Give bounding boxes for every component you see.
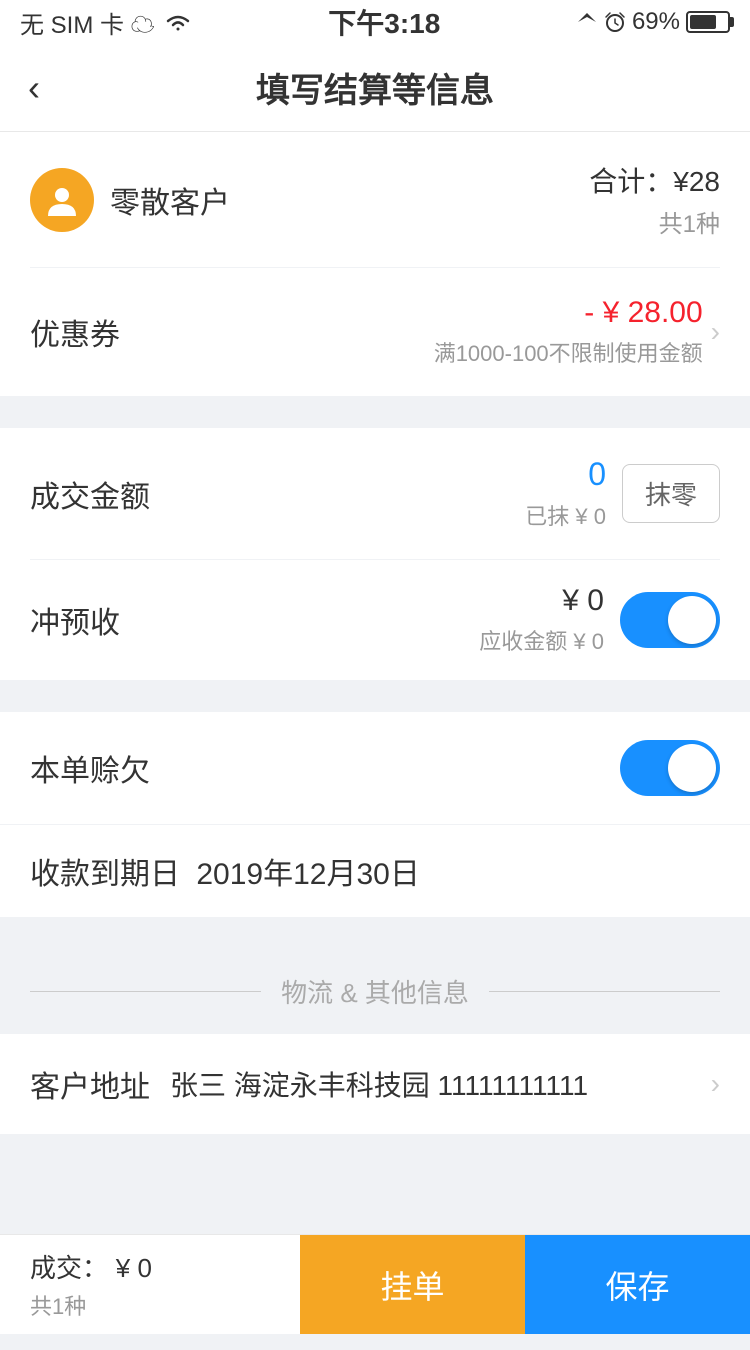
customer-section: 零散客户 合计：¥28 共1种 优惠券 - ¥ 28.00 满1000-100不… [0, 132, 750, 396]
bottom-deal-amount: ¥ 0 [116, 1253, 152, 1283]
coupon-detail: - ¥ 28.00 满1000-100不限制使用金额 [434, 296, 703, 368]
debt-toggle[interactable] [620, 740, 720, 796]
prepay-right: ¥ 0 应收金额 ¥ 0 [479, 584, 720, 656]
coupon-desc: 满1000-100不限制使用金额 [434, 336, 703, 368]
gray-spacer-2 [0, 696, 750, 712]
round-btn[interactable]: 抹零 [622, 464, 720, 523]
save-button[interactable]: 保存 [525, 1235, 750, 1334]
customer-left: 零散客户 [30, 168, 230, 232]
toggle-circle [668, 596, 716, 644]
address-value: 张三 海淀永丰科技园 11111111111 [170, 1064, 711, 1104]
address-section[interactable]: 客户地址 张三 海淀永丰科技园 11111111111 › [0, 1034, 750, 1134]
address-label: 客户地址 [30, 1062, 150, 1106]
deal-amount-section: 成交金额 0 已抹 ¥ 0 抹零 冲预收 ¥ 0 应收金额 ¥ 0 [0, 428, 750, 680]
address-chevron-icon: › [711, 1068, 720, 1100]
bottom-deal-label: 成交： [30, 1253, 108, 1283]
coupon-right: - ¥ 28.00 满1000-100不限制使用金额 › [434, 296, 720, 368]
status-time: 下午3:18 [328, 2, 440, 42]
bottom-bar: 成交： ¥ 0 共1种 挂单 保存 [0, 1234, 750, 1334]
prepay-row: 冲预收 ¥ 0 应收金额 ¥ 0 [0, 560, 750, 680]
person-icon [44, 182, 80, 218]
status-left: 无 SIM 卡 ☁ [20, 5, 193, 40]
prepay-label: 冲预收 [30, 598, 120, 642]
status-right: 69% [576, 8, 730, 36]
alarm-icon [604, 11, 626, 33]
coupon-amount: - ¥ 28.00 [434, 296, 703, 330]
coupon-label: 优惠券 [30, 310, 120, 354]
due-date-row: 收款到期日 2019年12月30日 [0, 824, 750, 917]
prepay-amount: ¥ 0 [479, 584, 604, 618]
customer-total: 合计：¥28 [589, 160, 720, 200]
customer-count: 共1种 [589, 204, 720, 239]
due-date-label: 收款到期日 [30, 858, 180, 891]
page-title: 填写结算等信息 [256, 63, 494, 112]
bottom-count: 共1种 [30, 1289, 270, 1321]
debt-section: 本单赊欠 收款到期日 2019年12月30日 [0, 712, 750, 917]
prepay-receivable: 应收金额 ¥ 0 [479, 624, 604, 656]
back-button[interactable]: ‹ [28, 67, 40, 109]
hold-button[interactable]: 挂单 [300, 1235, 525, 1334]
deal-right: 0 已抹 ¥ 0 抹零 [525, 456, 720, 531]
gray-spacer-1 [0, 412, 750, 428]
sim-label: 无 SIM 卡 ☁ [20, 5, 155, 40]
nav-bar: ‹ 填写结算等信息 [0, 44, 750, 132]
deal-subtracted: 已抹 ¥ 0 [525, 499, 606, 531]
coupon-row[interactable]: 优惠券 - ¥ 28.00 满1000-100不限制使用金额 › [0, 268, 750, 396]
bottom-deal-row: 成交： ¥ 0 [30, 1248, 270, 1285]
customer-total-area: 合计：¥28 共1种 [589, 160, 720, 239]
battery-icon [686, 11, 730, 33]
customer-name: 零散客户 [110, 178, 230, 222]
logistics-section: 物流 & 其他信息 [0, 949, 750, 1034]
deal-amount-row: 成交金额 0 已抹 ¥ 0 抹零 [0, 428, 750, 559]
prepay-toggle[interactable] [620, 592, 720, 648]
customer-row: 零散客户 合计：¥28 共1种 [0, 132, 750, 267]
bottom-summary: 成交： ¥ 0 共1种 [0, 1248, 300, 1321]
deal-amount-label: 成交金额 [30, 472, 150, 516]
logistics-label: 物流 & 其他信息 [281, 973, 469, 1010]
debt-toggle-circle [668, 744, 716, 792]
chevron-right-icon: › [711, 316, 720, 348]
logistics-line-left [30, 991, 261, 992]
battery-percent: 69% [632, 8, 680, 36]
gray-spacer-3 [0, 933, 750, 949]
debt-label: 本单赊欠 [30, 746, 150, 790]
deal-amount-value[interactable]: 0 [525, 456, 606, 493]
prepay-amount-area: ¥ 0 应收金额 ¥ 0 [479, 584, 604, 656]
due-date-value[interactable]: 2019年12月30日 [196, 858, 419, 891]
debt-row: 本单赊欠 [0, 712, 750, 824]
logistics-line-right [489, 991, 720, 992]
wifi-icon [163, 11, 193, 33]
status-bar: 无 SIM 卡 ☁ 下午3:18 69% [0, 0, 750, 44]
location-icon [576, 11, 598, 33]
customer-avatar [30, 168, 94, 232]
deal-amount-area: 0 已抹 ¥ 0 [525, 456, 606, 531]
